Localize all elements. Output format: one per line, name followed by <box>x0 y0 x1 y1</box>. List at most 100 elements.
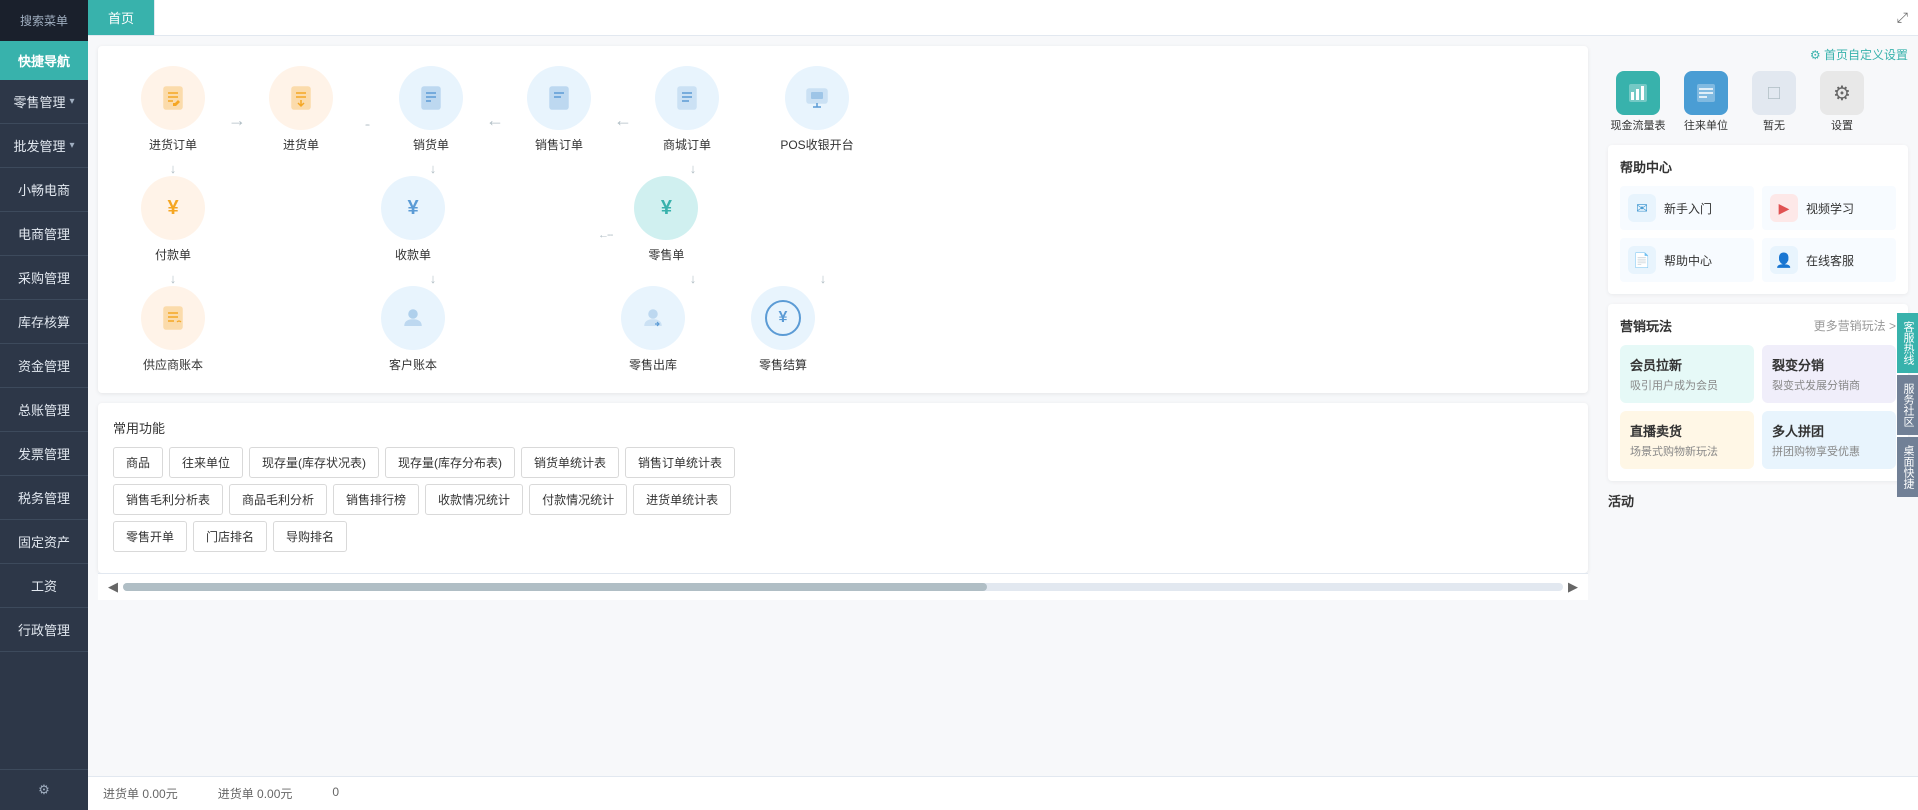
node-label: 零售单 <box>648 246 684 263</box>
help-item-service[interactable]: 👤 在线客服 <box>1762 238 1896 282</box>
node-customer-account[interactable]: 客户账本 <box>358 286 468 373</box>
marketing-item-title: 直播卖货 <box>1630 421 1744 440</box>
node-payment[interactable]: ¥ 付款单 <box>118 176 228 263</box>
sidebar-item-ecom2[interactable]: 电商管理 <box>0 212 88 256</box>
help-item-help[interactable]: 📄 帮助中心 <box>1620 238 1754 282</box>
play-icon: ▶ <box>1770 194 1798 222</box>
quick-icon-cashflow[interactable]: 现金流量表 <box>1608 71 1668 133</box>
sidebar-item-assets[interactable]: 固定资产 <box>0 520 88 564</box>
sidebar-item-ledger[interactable]: 总账管理 <box>0 388 88 432</box>
node-label: 进货单 <box>283 136 319 153</box>
purchase-icon <box>269 66 333 130</box>
scroll-thumb <box>123 583 987 591</box>
horizontal-scrollbar[interactable]: ◀ ▶ <box>98 573 1588 600</box>
help-item-video[interactable]: ▶ 视频学习 <box>1762 186 1896 230</box>
sidebar-item-label: 工资 <box>31 576 57 595</box>
node-retail-out[interactable]: 零售出库 <box>598 286 708 373</box>
func-btn-sales-profit[interactable]: 销售毛利分析表 <box>113 484 223 515</box>
node-retail[interactable]: ¥ 零售单 <box>611 176 721 263</box>
func-btn-sales-rank[interactable]: 销售排行榜 <box>333 484 419 515</box>
help-card: 帮助中心 ✉ 新手入门 ▶ 视频学习 📄 帮助中心 <box>1608 145 1908 294</box>
marketing-item-title: 裂变分销 <box>1772 355 1886 374</box>
node-label: 销售订单 <box>535 136 583 153</box>
settings-icon[interactable]: ⚙ <box>0 770 88 810</box>
float-btn-service[interactable]: 客服热线 <box>1897 313 1918 373</box>
node-label: 收款单 <box>395 246 431 263</box>
node-supplier-account[interactable]: 供应商账本 <box>118 286 228 373</box>
func-btn-purchase-stat[interactable]: 进货单统计表 <box>633 484 731 515</box>
sidebar-nav-header[interactable]: 快捷导航 <box>0 41 88 80</box>
flow-diagram-card: 进货订单 → <box>98 46 1588 393</box>
sidebar-item-inventory[interactable]: 库存核算 <box>0 300 88 344</box>
marketing-group[interactable]: 多人拼团 拼团购物享受优惠 <box>1762 411 1896 469</box>
sidebar-item-label: 采购管理 <box>18 268 70 287</box>
float-btn-community[interactable]: 服务社区 <box>1897 375 1918 435</box>
right-panel: ⚙ 首页自定义设置 现金流量表 <box>1598 36 1918 776</box>
help-item-label: 新手入门 <box>1664 200 1712 217</box>
node-mall-order[interactable]: 商城订单 <box>632 66 742 153</box>
partners-label: 往来单位 <box>1684 119 1728 133</box>
sidebar: 搜索菜单 快捷导航 零售管理 ▾ 批发管理 ▾ 小畅电商 电商管理 采购管理 库… <box>0 0 88 810</box>
sidebar-item-label: 零售管理 <box>13 92 65 111</box>
node-retail-settle[interactable]: ¥ 零售结算 <box>728 286 838 373</box>
help-grid: ✉ 新手入门 ▶ 视频学习 📄 帮助中心 👤 <box>1620 186 1896 282</box>
retail-icon: ¥ <box>634 176 698 240</box>
sidebar-item-wholesale[interactable]: 批发管理 ▾ <box>0 124 88 168</box>
cashflow-label: 现金流量表 <box>1611 119 1666 133</box>
func-btn-sales-stat[interactable]: 销货单统计表 <box>521 447 619 478</box>
sidebar-item-label: 总账管理 <box>18 400 70 419</box>
tab-bar-right: ⤢ <box>1897 9 1918 26</box>
scroll-right-btn[interactable]: ▶ <box>1568 579 1578 595</box>
func-btn-retail-order[interactable]: 零售开单 <box>113 521 187 552</box>
func-btn-order-stat[interactable]: 销售订单统计表 <box>625 447 735 478</box>
func-btn-stock-status[interactable]: 现存量(库存状况表) <box>249 447 379 478</box>
node-receipt[interactable]: ¥ 收款单 <box>358 176 468 263</box>
sidebar-item-label: 行政管理 <box>18 620 70 639</box>
scroll-left-btn[interactable]: ◀ <box>108 579 118 595</box>
sidebar-item-payroll[interactable]: 工资 <box>0 564 88 608</box>
sidebar-item-purchase[interactable]: 采购管理 <box>0 256 88 300</box>
marketing-fission[interactable]: 裂变分销 裂变式发展分销商 <box>1762 345 1896 403</box>
help-item-label: 帮助中心 <box>1664 252 1712 269</box>
marketing-member[interactable]: 会员拉新 吸引用户成为会员 <box>1620 345 1754 403</box>
gear-icon: ⚙ <box>1810 48 1824 62</box>
func-btn-receipt-stat[interactable]: 收款情况统计 <box>425 484 523 515</box>
marketing-item-title: 会员拉新 <box>1630 355 1744 374</box>
customize-link[interactable]: ⚙ 首页自定义设置 <box>1608 46 1908 63</box>
func-btn-partners[interactable]: 往来单位 <box>169 447 243 478</box>
float-btn-desktop[interactable]: 桌面快捷 <box>1897 437 1918 497</box>
quick-icon-none[interactable]: □ 暂无 <box>1744 71 1804 133</box>
sidebar-item-tax[interactable]: 税务管理 <box>0 476 88 520</box>
node-sales-order[interactable]: 销售订单 <box>504 66 614 153</box>
func-btn-payment-stat[interactable]: 付款情况统计 <box>529 484 627 515</box>
help-item-beginner[interactable]: ✉ 新手入门 <box>1620 186 1754 230</box>
tab-home[interactable]: 首页 <box>88 0 155 35</box>
func-row-3: 零售开单 门店排名 导购排名 <box>113 521 1573 552</box>
content-area: 进货订单 → <box>88 36 1918 776</box>
func-btn-guide-rank[interactable]: 导购排名 <box>273 521 347 552</box>
sidebar-item-ecom1[interactable]: 小畅电商 <box>0 168 88 212</box>
func-btn-goods-profit[interactable]: 商品毛利分析 <box>229 484 327 515</box>
node-sales[interactable]: 销货单 <box>376 66 486 153</box>
left-panel: 进货订单 → <box>88 36 1598 776</box>
quick-icon-partners[interactable]: 往来单位 <box>1676 71 1736 133</box>
more-marketing-link[interactable]: 更多营销玩法 > <box>1814 317 1896 334</box>
sidebar-item-finance[interactable]: 资金管理 <box>0 344 88 388</box>
marketing-live[interactable]: 直播卖货 场景式购物新玩法 <box>1620 411 1754 469</box>
sidebar-search[interactable]: 搜索菜单 <box>0 0 88 41</box>
func-btn-stock-dist[interactable]: 现存量(库存分布表) <box>385 447 515 478</box>
sidebar-item-admin[interactable]: 行政管理 <box>0 608 88 652</box>
func-btn-goods[interactable]: 商品 <box>113 447 163 478</box>
sidebar-item-invoice[interactable]: 发票管理 <box>0 432 88 476</box>
quick-icon-settings[interactable]: ⚙ 设置 <box>1812 71 1872 133</box>
node-purchase-order[interactable]: 进货订单 <box>118 66 228 153</box>
doc-icon: 📄 <box>1628 246 1656 274</box>
expand-icon[interactable]: ⤢ <box>1897 9 1908 25</box>
node-pos[interactable]: POS收银开台 <box>762 66 872 153</box>
sidebar-item-retail[interactable]: 零售管理 ▾ <box>0 80 88 124</box>
node-purchase[interactable]: 进货单 <box>246 66 356 153</box>
stat-purchase2: 进货单 0.00元 <box>218 785 293 802</box>
help-item-label: 视频学习 <box>1806 200 1854 217</box>
func-btn-store-rank[interactable]: 门店排名 <box>193 521 267 552</box>
sidebar-item-label: 小畅电商 <box>18 180 70 199</box>
